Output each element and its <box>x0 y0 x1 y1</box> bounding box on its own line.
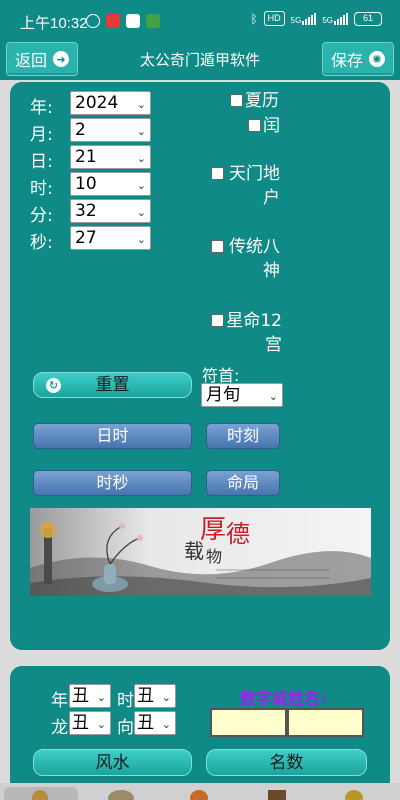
fushou-value: 月旬 <box>206 385 240 405</box>
reset-label: 重置 <box>95 375 130 395</box>
app-notification-icon <box>106 14 120 28</box>
tianmen-checkbox-box[interactable] <box>211 167 224 180</box>
compass-icon <box>32 790 48 800</box>
nav-icon-5[interactable] <box>345 790 363 800</box>
leap-label: 闰 <box>263 116 280 136</box>
shi-label: 时 <box>117 691 134 711</box>
nian-select[interactable]: 丑 ⌄ <box>69 684 111 708</box>
bashen-checkbox[interactable]: 传统八神 <box>211 235 280 283</box>
banner-char-4: 物 <box>206 547 222 566</box>
reset-button[interactable]: ↻ 重置 <box>33 372 192 398</box>
long-label: 龙 <box>51 718 68 738</box>
hour-select[interactable]: 10 ⌄ <box>70 172 151 196</box>
nav-icon-3[interactable] <box>190 790 208 800</box>
nian-value: 丑 <box>72 686 89 706</box>
minute-label: 分: <box>30 206 53 226</box>
bluetooth-icon: ᛒ <box>250 11 258 26</box>
day-value: 21 <box>75 147 97 167</box>
reset-icon: ↻ <box>46 378 61 393</box>
fushou-select[interactable]: 月旬 ⌄ <box>201 383 283 407</box>
gong12-checkbox[interactable]: 星命12宫 <box>211 309 282 357</box>
rishi-button[interactable]: 日时 <box>33 423 192 449</box>
nav-tab-1[interactable] <box>4 787 78 800</box>
shike-button[interactable]: 时刻 <box>206 423 280 449</box>
app-header: 返回 ➜ 太公奇门遁甲软件 保存 ✺ <box>0 40 400 80</box>
bottom-nav <box>0 783 400 800</box>
status-bar: 上午10:32 ᛒ HD 5G 5G 61 <box>0 0 400 40</box>
play-store-icon <box>126 14 140 28</box>
mingshu-button[interactable]: 名数 <box>206 749 367 776</box>
chevron-down-icon: ⌄ <box>96 718 106 731</box>
shi-select[interactable]: 丑 ⌄ <box>134 684 176 708</box>
mingju-button[interactable]: 命局 <box>206 470 280 496</box>
tianmen-checkbox[interactable]: 天门地户 <box>211 162 280 210</box>
bashen-label: 传统八神 <box>229 237 280 281</box>
chat-app-icon <box>146 14 160 28</box>
month-select[interactable]: 2 ⌄ <box>70 118 151 142</box>
chevron-down-icon: ⌄ <box>136 179 146 192</box>
banner-char-2: 德 <box>226 520 250 548</box>
chevron-down-icon: ⌄ <box>161 718 171 731</box>
chevron-down-icon: ⌄ <box>136 125 146 138</box>
nav-icon-4[interactable] <box>268 790 286 800</box>
year-value: 2024 <box>75 93 119 113</box>
second-label: 秒: <box>30 233 53 253</box>
leap-checkbox[interactable]: 闰 <box>248 114 280 138</box>
chevron-down-icon: ⌄ <box>268 390 278 403</box>
xiang-label: 向 <box>117 718 134 738</box>
battery-icon: 61 <box>354 11 382 26</box>
second-value: 27 <box>75 228 97 248</box>
tianmen-label: 天门地户 <box>229 164 280 208</box>
chevron-down-icon: ⌄ <box>96 691 106 704</box>
hour-label: 时: <box>30 179 53 199</box>
leap-checkbox-box[interactable] <box>248 119 261 132</box>
bashen-checkbox-box[interactable] <box>211 240 224 253</box>
year-label: 年: <box>30 98 53 118</box>
xiang-value: 丑 <box>137 713 154 733</box>
month-value: 2 <box>75 120 86 140</box>
lunar-checkbox[interactable]: 夏历 <box>230 89 279 113</box>
day-select[interactable]: 21 ⌄ <box>70 145 151 169</box>
year-select[interactable]: 2024 ⌄ <box>70 91 151 115</box>
minute-value: 32 <box>75 201 97 221</box>
signal-icon-2: 5G <box>322 12 348 25</box>
number-or-name-label: 数字或姓名: <box>240 689 327 708</box>
xiang-select[interactable]: 丑 ⌄ <box>134 711 176 735</box>
alarm-icon <box>86 14 100 28</box>
nian-label: 年 <box>51 691 68 711</box>
status-system-icons: ᛒ HD 5G 5G 61 <box>250 11 382 26</box>
status-notification-icons <box>86 14 160 28</box>
gear-icon: ✺ <box>369 51 385 67</box>
banner-artwork: 厚 德 载 物 <box>30 508 371 596</box>
chevron-down-icon: ⌄ <box>136 98 146 111</box>
fengshui-button[interactable]: 风水 <box>33 749 192 776</box>
gong12-checkbox-box[interactable] <box>211 314 224 327</box>
nav-icon-2[interactable] <box>108 790 134 800</box>
day-label: 日: <box>30 152 53 172</box>
save-label: 保存 <box>330 51 363 70</box>
name-input[interactable] <box>287 708 364 737</box>
shimiao-button[interactable]: 时秒 <box>33 470 192 496</box>
chevron-down-icon: ⌄ <box>161 691 171 704</box>
signal-icon-1: 5G <box>291 12 317 25</box>
banner-char-3: 载 <box>184 539 204 563</box>
minute-select[interactable]: 32 ⌄ <box>70 199 151 223</box>
hour-value: 10 <box>75 174 97 194</box>
shi-value: 丑 <box>137 686 154 706</box>
chevron-down-icon: ⌄ <box>136 152 146 165</box>
month-label: 月: <box>30 125 53 145</box>
chevron-down-icon: ⌄ <box>136 206 146 219</box>
gong12-label: 星命12宫 <box>226 311 282 355</box>
second-select[interactable]: 27 ⌄ <box>70 226 151 250</box>
long-select[interactable]: 丑 ⌄ <box>69 711 111 735</box>
long-value: 丑 <box>72 713 89 733</box>
lunar-label: 夏历 <box>245 91 279 111</box>
lunar-checkbox-box[interactable] <box>230 94 243 107</box>
number-input[interactable] <box>210 708 287 737</box>
banner-image: 厚 德 载 物 <box>30 508 371 596</box>
hd-badge: HD <box>263 11 285 26</box>
status-time: 上午10:32 <box>20 15 88 32</box>
chevron-down-icon: ⌄ <box>136 233 146 246</box>
save-button[interactable]: 保存 ✺ <box>321 42 394 76</box>
